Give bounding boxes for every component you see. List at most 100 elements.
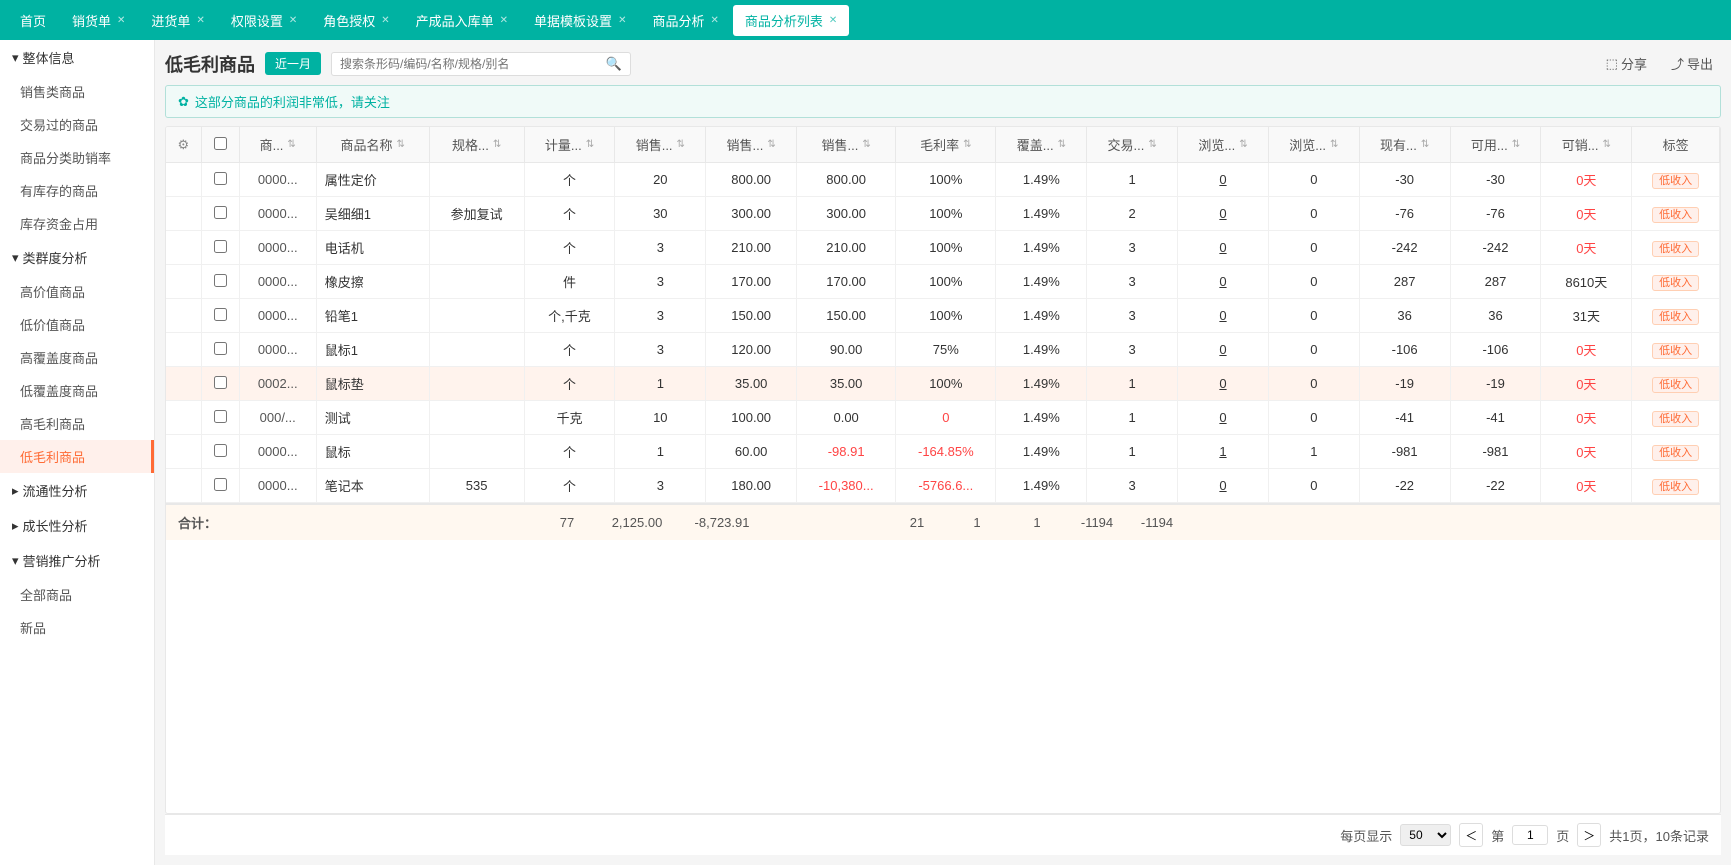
nav-close-purchase[interactable]: ✕ [196,15,204,26]
page-input[interactable] [1512,825,1548,845]
sidebar-group-marketing[interactable]: ▾ 营销推广分析 [0,543,154,578]
nav-product-analysis-list[interactable]: 商品分析列表 ✕ [733,5,849,36]
th-settings[interactable]: ⚙ [166,127,201,163]
th-checkbox[interactable] [201,127,239,163]
th-saleable[interactable]: 可销...⇅ [1541,127,1632,163]
th-coverage[interactable]: 覆盖...⇅ [996,127,1087,163]
row-checkbox[interactable] [214,240,227,253]
search-icon[interactable]: 🔍 [606,56,622,72]
nav-product-in[interactable]: 产成品入库单 ✕ [404,5,520,36]
sort-code-icon[interactable]: ⇅ [287,139,295,150]
cell-browse1[interactable]: 0 [1178,401,1269,435]
row-checkbox[interactable] [214,308,227,321]
sort-current-stock-icon[interactable]: ⇅ [1421,139,1429,150]
nav-product-analysis[interactable]: 商品分析 ✕ [640,5,730,36]
cell-checkbox[interactable] [201,299,239,333]
nav-close-analysis-list[interactable]: ✕ [829,15,837,26]
sidebar-group-crowd[interactable]: ▾ 类群度分析 [0,240,154,275]
th-current-stock[interactable]: 现有...⇅ [1359,127,1450,163]
row-checkbox[interactable] [214,444,227,457]
cell-browse1[interactable]: 0 [1178,469,1269,503]
th-transaction[interactable]: 交易...⇅ [1087,127,1178,163]
cell-checkbox[interactable] [201,469,239,503]
sort-name-icon[interactable]: ⇅ [397,139,405,150]
th-gross-rate[interactable]: 毛利率⇅ [896,127,996,163]
cell-browse1[interactable]: 0 [1178,231,1269,265]
cell-browse1[interactable]: 0 [1178,299,1269,333]
cell-browse1[interactable]: 0 [1178,367,1269,401]
th-available[interactable]: 可用...⇅ [1450,127,1541,163]
nav-close-sales[interactable]: ✕ [117,15,125,26]
search-input[interactable] [340,57,606,71]
sort-saleable-icon[interactable]: ⇅ [1603,139,1611,150]
export-button[interactable]: ⤴ 导出 [1663,50,1721,77]
sort-browse2-icon[interactable]: ⇅ [1330,139,1338,150]
sidebar-group-growth[interactable]: ▸ 成长性分析 [0,508,154,543]
sidebar-item-low-profit[interactable]: 低毛利商品 [0,440,154,473]
th-browse2[interactable]: 浏览...⇅ [1268,127,1359,163]
nav-close-role[interactable]: ✕ [381,15,389,26]
prev-page-button[interactable]: ＜ [1459,823,1483,847]
cell-browse1[interactable]: 0 [1178,265,1269,299]
cell-checkbox[interactable] [201,435,239,469]
sidebar-item-high-coverage[interactable]: 高覆盖度商品 [0,341,154,374]
sidebar-item-low-coverage[interactable]: 低覆盖度商品 [0,374,154,407]
th-tag[interactable]: 标签 [1632,127,1720,163]
nav-permission[interactable]: 权限设置 ✕ [219,5,309,36]
nav-home[interactable]: 首页 [8,5,58,36]
cell-checkbox[interactable] [201,231,239,265]
th-spec[interactable]: 规格...⇅ [429,127,524,163]
sort-available-icon[interactable]: ⇅ [1512,139,1520,150]
nav-sales[interactable]: 销货单 ✕ [60,5,137,36]
sidebar-item-all-products[interactable]: 全部商品 [0,578,154,611]
row-checkbox[interactable] [214,274,227,287]
sort-gross-rate-icon[interactable]: ⇅ [963,139,971,150]
sidebar-item-traded-products[interactable]: 交易过的商品 [0,108,154,141]
sidebar-item-high-profit[interactable]: 高毛利商品 [0,407,154,440]
sidebar-item-high-value[interactable]: 高价值商品 [0,275,154,308]
cell-browse1[interactable]: 0 [1178,197,1269,231]
nav-close-product-in[interactable]: ✕ [500,15,508,26]
nav-purchase[interactable]: 进货单 ✕ [139,5,216,36]
row-checkbox[interactable] [214,478,227,491]
cell-browse1[interactable]: 0 [1178,333,1269,367]
cell-checkbox[interactable] [201,197,239,231]
sort-unit-icon[interactable]: ⇅ [586,139,594,150]
th-unit[interactable]: 计量...⇅ [524,127,615,163]
time-filter-button[interactable]: 近一月 [265,52,321,75]
sort-spec-icon[interactable]: ⇅ [493,139,501,150]
th-sales-profit[interactable]: 销售...⇅ [797,127,896,163]
gear-icon[interactable]: ⚙ [178,137,190,152]
nav-close-analysis[interactable]: ✕ [710,15,718,26]
cell-checkbox[interactable] [201,265,239,299]
row-checkbox[interactable] [214,206,227,219]
sort-sales-profit-icon[interactable]: ⇅ [862,139,870,150]
sidebar-item-stock-products[interactable]: 有库存的商品 [0,174,154,207]
row-checkbox[interactable] [214,342,227,355]
sort-transaction-icon[interactable]: ⇅ [1148,139,1156,150]
share-button[interactable]: ⬚ 分享 [1598,50,1655,77]
sort-coverage-icon[interactable]: ⇅ [1058,139,1066,150]
cell-browse1[interactable]: 1 [1178,435,1269,469]
sidebar-item-sales-products[interactable]: 销售类商品 [0,75,154,108]
th-browse1[interactable]: 浏览...⇅ [1178,127,1269,163]
nav-template[interactable]: 单据模板设置 ✕ [522,5,638,36]
cell-checkbox[interactable] [201,401,239,435]
cell-checkbox[interactable] [201,163,239,197]
select-all-checkbox[interactable] [214,137,227,150]
per-page-select[interactable]: 50 100 200 [1400,824,1451,846]
cell-checkbox[interactable] [201,333,239,367]
cell-checkbox[interactable] [201,367,239,401]
cell-browse1[interactable]: 0 [1178,163,1269,197]
sort-sales-price-icon[interactable]: ⇅ [767,139,775,150]
nav-role[interactable]: 角色授权 ✕ [311,5,401,36]
sidebar-group-overall[interactable]: ▾ 整体信息 [0,40,154,75]
sort-sales-count-icon[interactable]: ⇅ [677,139,685,150]
nav-close-permission[interactable]: ✕ [289,15,297,26]
sidebar-group-circulation[interactable]: ▸ 流通性分析 [0,473,154,508]
row-checkbox[interactable] [214,376,227,389]
sidebar-item-category-rate[interactable]: 商品分类助销率 [0,141,154,174]
next-page-button[interactable]: ＞ [1577,823,1601,847]
th-name[interactable]: 商品名称⇅ [316,127,429,163]
nav-close-template[interactable]: ✕ [618,15,626,26]
